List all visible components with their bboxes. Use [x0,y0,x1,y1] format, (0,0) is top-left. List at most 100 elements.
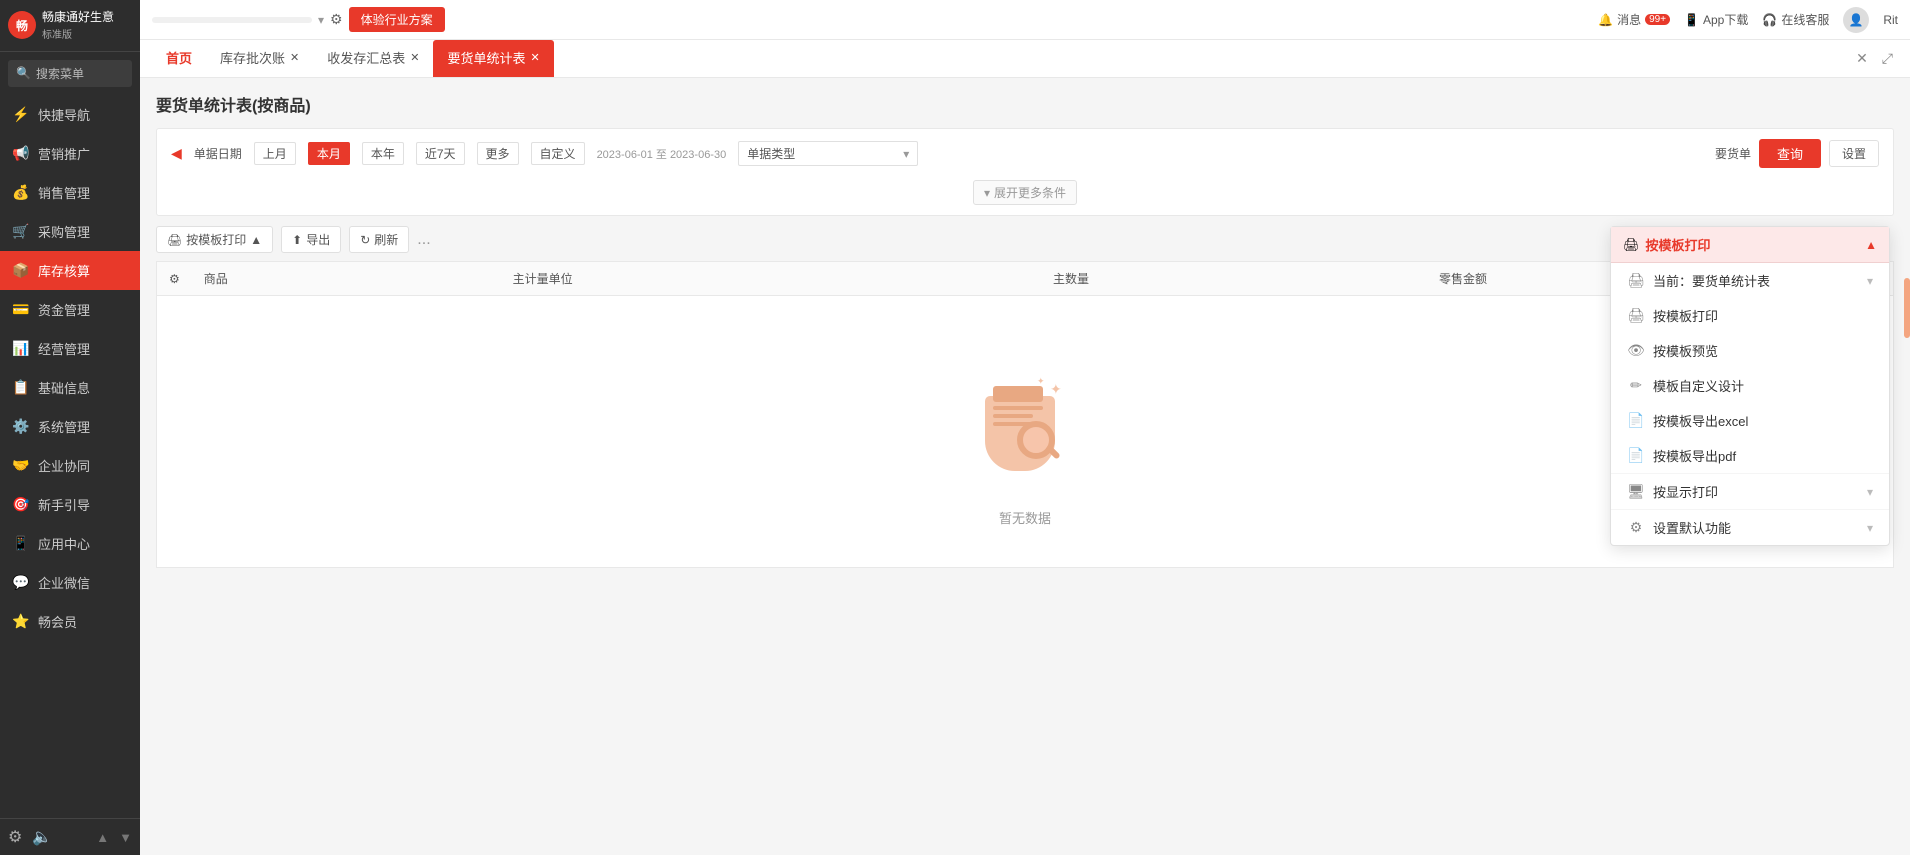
toolbar-dots-btn[interactable]: ... [417,231,430,249]
query-button[interactable]: 查询 [1759,139,1821,168]
scroll-down-btn[interactable]: ▼ [119,830,132,845]
current-arrow-icon: ▾ [1867,274,1873,288]
filter-collapse-arrow[interactable]: ◀ [171,145,182,162]
sidebar-item-apps[interactable]: 📱 应用中心 [0,524,140,563]
line1 [993,406,1043,410]
date-btn-custom[interactable]: 自定义 [531,142,585,165]
breadcrumb-nav: ▾ ⚙ 体验行业方案 [152,7,1588,32]
sidebar-item-label: 畅会员 [38,612,77,631]
tab-receipts-close[interactable]: ✕ [410,51,419,64]
main-area: ▾ ⚙ 体验行业方案 🔔 消息 99+ 📱 App下载 🎧 在线客服 👤 Rit [140,0,1910,855]
sidebar-item-wechat[interactable]: 💬 企业微信 [0,563,140,602]
audio-bottom-btn[interactable]: 🔈 [32,827,52,847]
print-dropdown-popup: 🖨 按模板打印 ▲ 🖨 当前：要货单统计表 ▾ 🖨 按模板打印 👁 按模板预览 … [1610,226,1890,546]
date-btn-more[interactable]: 更多 [477,142,519,165]
trial-button[interactable]: 体验行业方案 [349,7,445,32]
sidebar-item-operation[interactable]: 📊 经营管理 [0,329,140,368]
wechat-icon: 💬 [12,574,30,591]
bell-icon: 🔔 [1598,13,1613,27]
page-title: 要货单统计表(按商品) [156,92,1894,116]
date-btn-last-month[interactable]: 上月 [254,142,296,165]
dropdown-item-print[interactable]: 🖨 按模板打印 [1611,298,1889,333]
tab-home[interactable]: 首页 [152,40,206,77]
tab-order-stats[interactable]: 要货单统计表 ✕ [433,40,553,77]
expand-label: 展开更多条件 [994,184,1066,201]
sidebar-item-label: 采购管理 [38,222,90,241]
operation-icon: 📊 [12,340,30,357]
dropdown-sub-default[interactable]: ⚙ 设置默认功能 ▾ [1611,509,1889,545]
dropdown-item-excel-label: 按模板导出excel [1653,411,1748,430]
sidebar-bottom-bar: ⚙ 🔈 ▲ ▼ [0,818,140,855]
app-download-label: App下载 [1703,11,1748,28]
sidebar-item-inventory[interactable]: 📦 库存核算 [0,251,140,290]
search-menu-button[interactable]: 🔍 搜索菜单 [8,60,132,87]
settings-bottom-btn[interactable]: ⚙ [8,827,22,847]
sidebar-item-guide[interactable]: 🎯 新手引导 [0,485,140,524]
messages-btn[interactable]: 🔔 消息 99+ [1598,11,1670,28]
settings-button[interactable]: 设置 [1829,140,1879,167]
print-btn[interactable]: 🖨 按模板打印 ▲ [156,226,273,253]
date-btn-this-month[interactable]: 本月 [308,142,350,165]
sidebar-item-system[interactable]: ⚙️ 系统管理 [0,407,140,446]
tab-order-stats-close[interactable]: ✕ [531,51,540,64]
filter-expand-btn[interactable]: ▾ 展开更多条件 [973,180,1077,205]
tab-receipts-label: 收发存汇总表 [327,48,405,67]
username-text: Rit [1883,13,1898,27]
dropdown-header[interactable]: 🖨 按模板打印 ▲ [1611,227,1889,263]
guide-icon: 🎯 [12,496,30,513]
nav-search-bar [152,17,312,23]
type-select[interactable]: 单据类型 ▾ [738,141,918,166]
dropdown-item-preview-label: 按模板预览 [1653,341,1718,360]
tab-receipts[interactable]: 收发存汇总表 ✕ [313,40,433,77]
tab-batch-close[interactable]: ✕ [290,51,299,64]
dropdown-current-item[interactable]: 🖨 当前：要货单统计表 ▾ [1611,263,1889,298]
sidebar-item-collab[interactable]: 🤝 企业协同 [0,446,140,485]
tab-home-label: 首页 [166,48,192,67]
th-settings[interactable]: ⚙ [157,262,192,296]
th-product: 商品 [192,262,501,296]
nav-chevron-icon[interactable]: ▾ [318,13,324,27]
logo-text-block: 畅康通好生意 标准版 [42,10,114,41]
user-avatar[interactable]: 👤 [1843,7,1869,33]
empty-text: 暂无数据 [999,508,1051,527]
tab-batch[interactable]: 库存批次账 ✕ [206,40,313,77]
line2 [993,414,1033,418]
dropdown-item-preview[interactable]: 👁 按模板预览 [1611,333,1889,368]
dropdown-header-title: 按模板打印 [1646,235,1860,254]
dropdown-item-design[interactable]: ✏ 模板自定义设计 [1611,368,1889,403]
scroll-up-btn[interactable]: ▲ [96,830,109,845]
sidebar-item-sales[interactable]: 💰 销售管理 [0,173,140,212]
sidebar-search-area[interactable]: 🔍 搜索菜单 [0,52,140,95]
tab-order-stats-label: 要货单统计表 [447,48,525,67]
refresh-btn[interactable]: ↻ 刷新 [349,226,409,253]
tab-expand-btn[interactable]: ⤢ [1877,48,1898,69]
scroll-top-shape [993,386,1043,402]
online-service-btn[interactable]: 🎧 在线客服 [1762,11,1829,28]
filter-row: ◀ 单据日期 上月 本月 本年 近7天 更多 自定义 2023-06-01 至 … [171,139,1879,168]
date-btn-this-year[interactable]: 本年 [362,142,404,165]
preview-item-icon: 👁 [1627,342,1645,359]
sidebar-item-label: 应用中心 [38,534,90,553]
sidebar-item-shortcut[interactable]: ⚡ 快捷导航 [0,95,140,134]
date-btn-7days[interactable]: 近7天 [416,142,465,165]
sidebar-item-marketing[interactable]: 📢 营销推广 [0,134,140,173]
sidebar-item-basic[interactable]: 📋 基础信息 [0,368,140,407]
export-btn[interactable]: ⬆ 导出 [281,226,341,253]
dropdown-sub-display-print[interactable]: 🖥 按显示打印 ▾ [1611,473,1889,509]
select-arrow-icon: ▾ [903,147,909,161]
star-deco1: ✦ [1050,381,1062,398]
tab-close-btn[interactable]: ✕ [1851,48,1873,69]
sidebar-item-label: 资金管理 [38,300,90,319]
sidebar-item-finance[interactable]: 💳 资金管理 [0,290,140,329]
right-scroll-indicator[interactable] [1904,278,1910,338]
sidebar-item-label: 企业协同 [38,456,90,475]
dropdown-item-pdf[interactable]: 📄 按模板导出pdf [1611,438,1889,473]
default-setting-icon: ⚙ [1627,519,1645,536]
dropdown-item-excel[interactable]: 📄 按模板导出excel [1611,403,1889,438]
app-download-btn[interactable]: 📱 App下载 [1684,11,1748,28]
sidebar-item-purchase[interactable]: 🛒 采购管理 [0,212,140,251]
sidebar-item-member[interactable]: ⭐ 畅会员 [0,602,140,641]
apps-icon: 📱 [12,535,30,552]
header-gear-btn[interactable]: ⚙ [330,11,343,28]
date-label: 单据日期 [194,145,242,162]
